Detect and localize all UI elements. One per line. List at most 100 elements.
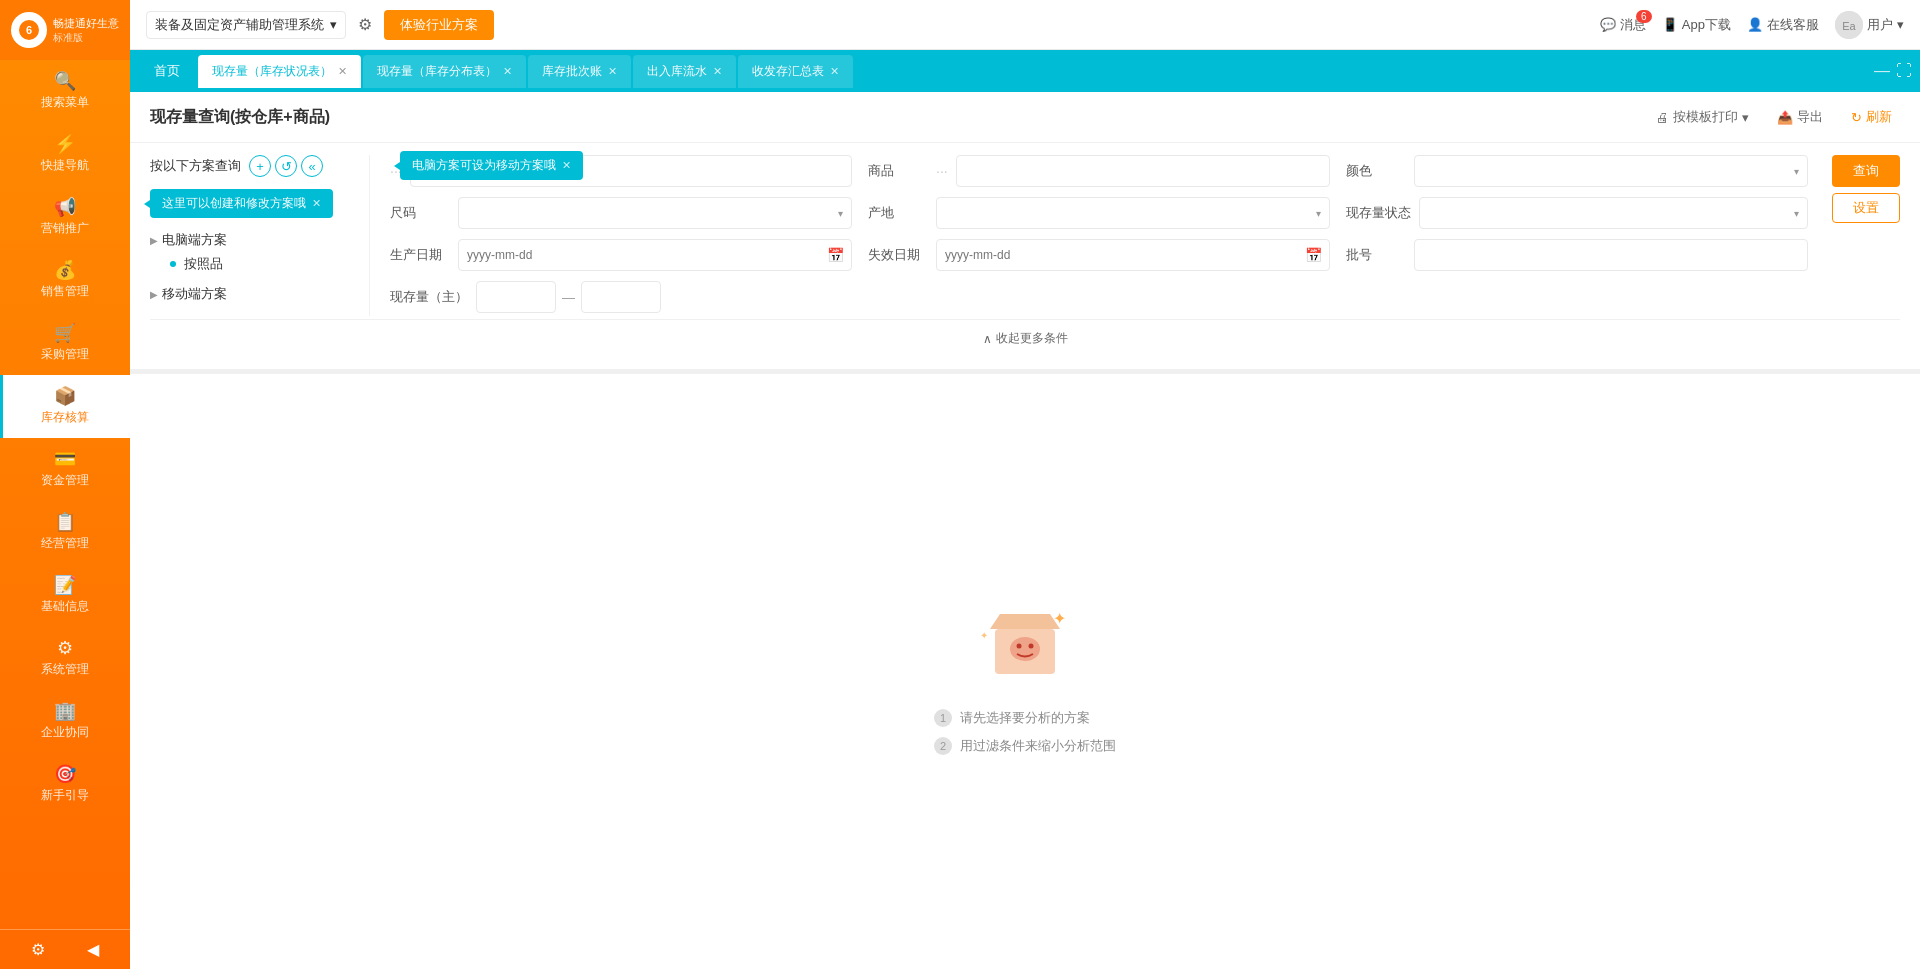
sales-icon: 💰	[54, 261, 76, 279]
empty-hint-label-2: 用过滤条件来缩小分析范围	[960, 737, 1116, 755]
tab-close-icon[interactable]: ✕	[830, 66, 839, 77]
online-service-label: 在线客服	[1767, 16, 1819, 34]
phone-icon: 📱	[1662, 17, 1678, 32]
add-scheme-button[interactable]: +	[249, 155, 271, 177]
refresh-button[interactable]: ↻ 刷新	[1843, 104, 1900, 130]
logo-icon: 6	[11, 12, 47, 48]
stock-main-label: 现存量（主）	[390, 288, 468, 306]
guide-icon: 🎯	[54, 765, 76, 783]
export-icon: 📤	[1777, 110, 1793, 125]
inventory-icon: 📦	[54, 387, 76, 405]
color-label: 颜色	[1346, 162, 1406, 180]
header-settings-icon[interactable]: ⚙	[358, 15, 372, 34]
tab-maximize-icon[interactable]: ⛶	[1896, 62, 1912, 80]
edit-tooltip-close[interactable]: ✕	[312, 197, 321, 210]
prod-date-input[interactable]	[458, 239, 852, 271]
expire-date-input[interactable]	[936, 239, 1330, 271]
mobile-scheme-item[interactable]: ▶ 移动端方案	[150, 282, 353, 306]
sidebar-item-search[interactable]: 🔍 搜索菜单	[0, 60, 130, 123]
assets-icon: 💳	[54, 450, 76, 468]
sidebar-item-label: 营销推广	[41, 220, 89, 237]
edit-scheme-tooltip: 这里可以创建和修改方案哦 ✕	[150, 189, 333, 218]
tab-close-icon[interactable]: ✕	[503, 66, 512, 77]
sidebar-item-quick[interactable]: ⚡ 快捷导航	[0, 123, 130, 186]
tab-inout-flow[interactable]: 出入库流水 ✕	[633, 55, 736, 88]
sidebar-item-management[interactable]: 📋 经营管理	[0, 501, 130, 564]
prev-scheme-button[interactable]: «	[301, 155, 323, 177]
tab-inventory-dist[interactable]: 现存量（库存分布表） ✕	[363, 55, 526, 88]
edit-scheme-button[interactable]: ↺	[275, 155, 297, 177]
scheme-child-1[interactable]: 按照品	[170, 252, 353, 276]
basic-icon: 📝	[54, 576, 76, 594]
stock-status-label: 现存量状态	[1346, 204, 1411, 222]
sidebar-item-company[interactable]: 🏢 企业协同	[0, 690, 130, 753]
sidebar-item-system[interactable]: ⚙ 系统管理	[0, 627, 130, 690]
print-template-button[interactable]: 🖨 按模板打印 ▾	[1648, 104, 1757, 130]
online-service-action[interactable]: 👤 在线客服	[1747, 16, 1819, 34]
tab-close-icon[interactable]: ✕	[608, 66, 617, 77]
goods-filter: 商品 ···	[868, 155, 1330, 187]
svg-marker-5	[990, 614, 1060, 629]
message-action[interactable]: 💬 消息 6	[1600, 16, 1646, 34]
mobile-scheme-label: 移动端方案	[162, 285, 227, 303]
export-button[interactable]: 📤 导出	[1769, 104, 1831, 130]
trial-button[interactable]: 体验行业方案	[384, 10, 494, 40]
tree-arrow-icon: ▶	[150, 289, 158, 300]
tab-close-icon[interactable]: ✕	[713, 66, 722, 77]
user-action[interactable]: Ea 用户 ▾	[1835, 11, 1904, 39]
sidebar-item-label: 搜索菜单	[41, 94, 89, 111]
system-selector[interactable]: 装备及固定资产辅助管理系统 ▾	[146, 11, 346, 39]
tab-batch-ledger[interactable]: 库存批次账 ✕	[528, 55, 631, 88]
prod-calendar-icon[interactable]: 📅	[827, 247, 844, 263]
sidebar-item-inventory[interactable]: 📦 库存核算	[0, 375, 130, 438]
desktop-scheme-item[interactable]: ▶ 电脑端方案	[150, 228, 353, 252]
expire-calendar-icon[interactable]: 📅	[1305, 247, 1322, 263]
sidebar-item-sales[interactable]: 💰 销售管理	[0, 249, 130, 312]
scheme-tooltip-close[interactable]: ✕	[562, 159, 571, 172]
stock-max-input[interactable]	[581, 281, 661, 313]
chevron-down-icon: ▾	[1742, 110, 1749, 125]
search-button[interactable]: 查询	[1832, 155, 1900, 187]
sidebar-item-guide[interactable]: 🎯 新手引导	[0, 753, 130, 816]
prod-date-wrapper: 📅	[458, 239, 852, 271]
origin-select[interactable]: ▾	[936, 197, 1330, 229]
sidebar-item-label: 企业协同	[41, 724, 89, 741]
user-chevron-icon: ▾	[1897, 17, 1904, 32]
stock-min-input[interactable]	[476, 281, 556, 313]
tab-inventory-status[interactable]: 现存量（库存状况表） ✕	[198, 55, 361, 88]
stock-status-select[interactable]: ▾	[1419, 197, 1808, 229]
sidebar-collapse-icon[interactable]: ◀	[87, 940, 99, 959]
scheme-child-label: 按照品	[184, 255, 223, 273]
page-content: 现存量查询(按仓库+商品) 🖨 按模板打印 ▾ 📤 导出 ↻ 刷新	[130, 92, 1920, 969]
size-select[interactable]: ▾	[458, 197, 852, 229]
collapse-bar[interactable]: ∧ 收起更多条件	[150, 319, 1900, 357]
plus-icon: +	[256, 160, 264, 173]
sidebar-item-assets[interactable]: 💳 资金管理	[0, 438, 130, 501]
sidebar-item-marketing[interactable]: 📢 营销推广	[0, 186, 130, 249]
app-download-label: App下载	[1682, 16, 1731, 34]
management-icon: 📋	[54, 513, 76, 531]
svg-text:✦: ✦	[1053, 610, 1066, 627]
size-filter: 尺码 ▾	[390, 197, 852, 229]
sidebar-settings-icon[interactable]: ⚙	[31, 940, 45, 959]
sidebar-item-purchase[interactable]: 🛒 采购管理	[0, 312, 130, 375]
tab-minimize-icon[interactable]: —	[1874, 62, 1890, 80]
filter-row-4: 现存量（主） —	[390, 281, 1808, 313]
goods-label: 商品	[868, 162, 928, 180]
sidebar-logo: 6 畅捷通好生意 标准版	[0, 0, 130, 60]
logo-text: 畅捷通好生意 标准版	[53, 16, 119, 43]
goods-dots-icon[interactable]: ···	[936, 163, 948, 179]
empty-hint-1: 1 请先选择要分析的方案	[934, 709, 1116, 727]
tab-home[interactable]: 首页	[138, 54, 196, 88]
expire-date-wrapper: 📅	[936, 239, 1330, 271]
tab-collect-summary[interactable]: 收发存汇总表 ✕	[738, 55, 853, 88]
setting-button[interactable]: 设置	[1832, 193, 1900, 223]
app-download-action[interactable]: 📱 App下载	[1662, 16, 1731, 34]
desktop-scheme-children: 按照品	[150, 252, 353, 276]
tab-label: 现存量（库存分布表）	[377, 63, 497, 80]
sidebar-item-basic[interactable]: 📝 基础信息	[0, 564, 130, 627]
batch-no-input[interactable]	[1414, 239, 1808, 271]
color-select[interactable]: ▾	[1414, 155, 1808, 187]
goods-input[interactable]	[956, 155, 1330, 187]
tab-close-icon[interactable]: ✕	[338, 66, 347, 77]
